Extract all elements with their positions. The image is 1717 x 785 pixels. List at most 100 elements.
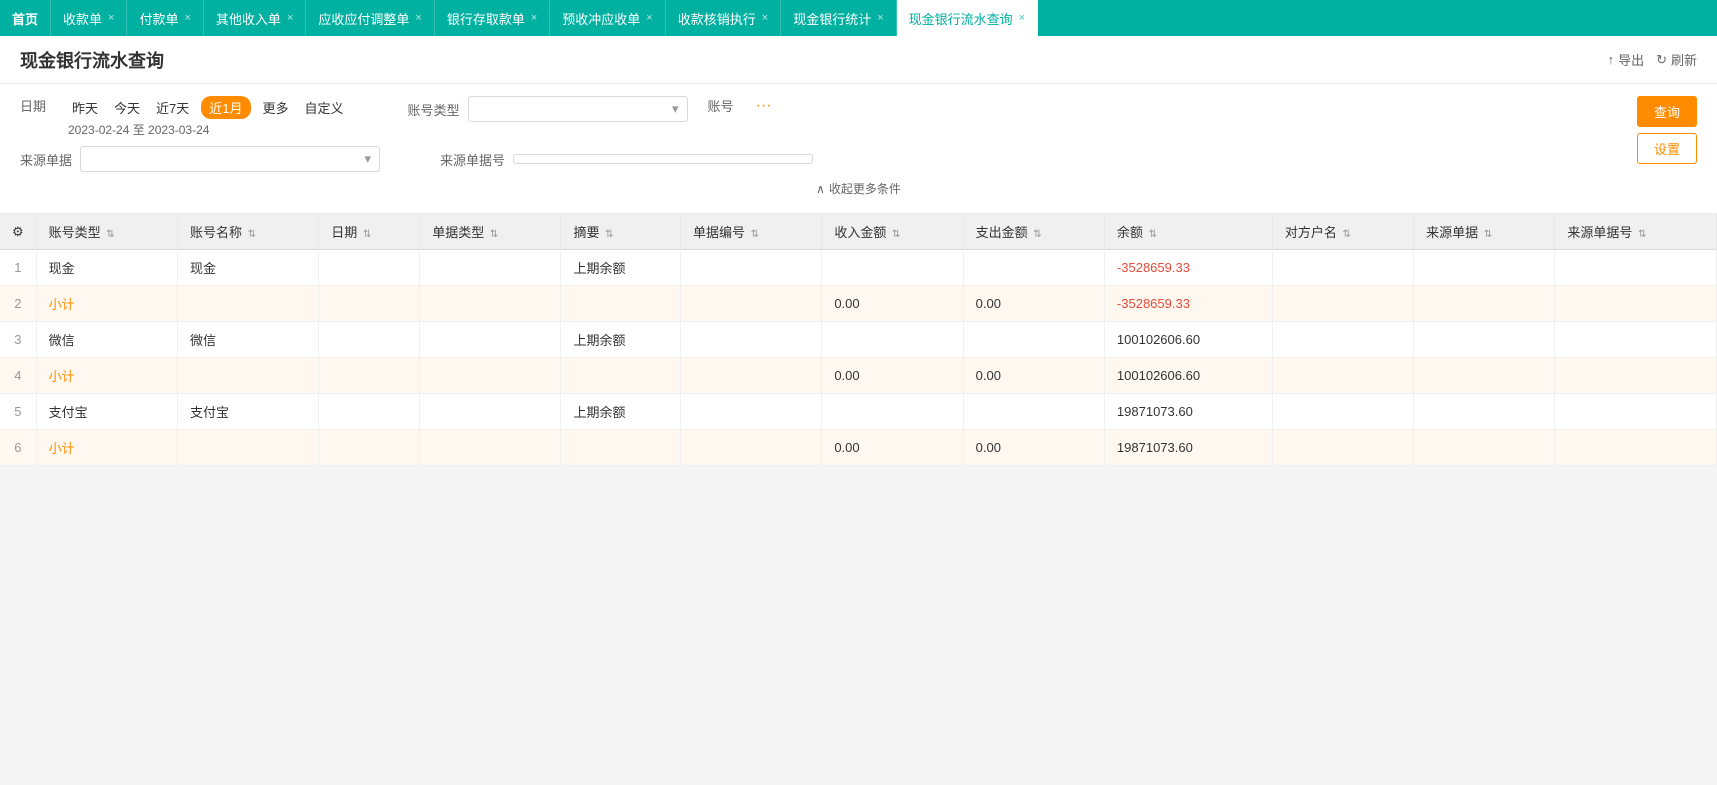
cell-expense (963, 394, 1104, 430)
date-more[interactable]: 更多 (259, 96, 293, 119)
cell-doc-type (420, 358, 561, 394)
header-actions: ↑ 导出 ↻ 刷新 (1608, 50, 1697, 69)
nav-tab-label: 预收冲应收单 (562, 9, 640, 28)
cell-source-doc-num (1555, 322, 1717, 358)
refresh-icon: ↻ (1656, 52, 1667, 68)
date-custom[interactable]: 自定义 (301, 96, 348, 119)
date-range-display: 2023-02-24 至 2023-03-24 (68, 121, 348, 138)
table-row: 5 支付宝 支付宝 上期余额 19871073.60 (0, 394, 1717, 430)
settings-button[interactable]: 设置 (1637, 133, 1697, 164)
cell-balance: 100102606.60 (1104, 358, 1272, 394)
sort-icon: ⇅ (1638, 229, 1646, 240)
export-label: 导出 (1618, 50, 1644, 69)
row-number: 4 (0, 358, 36, 394)
nav-tab-bank-deposit[interactable]: 银行存取款单 × (435, 0, 550, 36)
col-account-name[interactable]: 账号名称 ⇅ (177, 214, 318, 250)
account-type-select[interactable]: ▾ (468, 96, 688, 122)
col-balance[interactable]: 余额 ⇅ (1104, 214, 1272, 250)
col-label: 对方户名 (1285, 225, 1337, 240)
cell-doc-type (420, 286, 561, 322)
page-header: 现金银行流水查询 ↑ 导出 ↻ 刷新 (0, 36, 1717, 84)
more-options-icon[interactable]: ··· (756, 97, 772, 115)
cell-expense (963, 250, 1104, 286)
nav-tab-adjustment[interactable]: 应收应付调整单 × (306, 0, 434, 36)
close-icon[interactable]: × (287, 12, 293, 24)
data-table: ⚙ 账号类型 ⇅ 账号名称 ⇅ 日期 ⇅ 单据类型 ⇅ 摘 (0, 214, 1717, 466)
cell-doc-number (681, 286, 822, 322)
sort-icon: ⇅ (1149, 229, 1157, 240)
close-icon[interactable]: × (184, 12, 190, 24)
col-label: 账号名称 (190, 225, 242, 240)
account-type-label: 账号类型 (408, 100, 460, 119)
refresh-label: 刷新 (1671, 50, 1697, 69)
table-row: 2 小计 0.00 0.00 -3528659.33 (0, 286, 1717, 322)
table-row: 3 微信 微信 上期余额 100102606.60 (0, 322, 1717, 358)
nav-home[interactable]: 首页 (0, 0, 51, 36)
date-7days[interactable]: 近7天 (152, 96, 193, 119)
nav-tab-stats[interactable]: 现金银行统计 × (781, 0, 896, 36)
col-label: 来源单据号 (1567, 225, 1632, 240)
sort-icon: ⇅ (363, 229, 371, 240)
nav-tab-prepay[interactable]: 预收冲应收单 × (550, 0, 665, 36)
col-date[interactable]: 日期 ⇅ (319, 214, 420, 250)
cell-doc-type (420, 394, 561, 430)
cell-income (822, 250, 963, 286)
date-today[interactable]: 今天 (110, 96, 144, 119)
nav-tab-shoukuandan[interactable]: 收款单 × (51, 0, 127, 36)
sort-icon: ⇅ (490, 229, 498, 240)
close-icon[interactable]: × (762, 12, 768, 24)
cell-expense: 0.00 (963, 430, 1104, 466)
row-number: 1 (0, 250, 36, 286)
col-label: 单据类型 (432, 225, 484, 240)
col-expense[interactable]: 支出金额 ⇅ (963, 214, 1104, 250)
nav-tab-collection[interactable]: 收款核销执行 × (666, 0, 781, 36)
chevron-down-icon: ▾ (364, 151, 371, 167)
refresh-button[interactable]: ↻ 刷新 (1656, 50, 1697, 69)
close-icon[interactable]: × (531, 12, 537, 24)
table-row: 1 现金 现金 上期余额 -3528659.33 (0, 250, 1717, 286)
cell-date (319, 394, 420, 430)
nav-tab-other-income[interactable]: 其他收入单 × (204, 0, 306, 36)
nav-tab-fukuandan[interactable]: 付款单 × (127, 0, 203, 36)
nav-tab-label: 其他收入单 (216, 9, 281, 28)
close-icon[interactable]: × (1019, 12, 1025, 24)
col-summary[interactable]: 摘要 ⇅ (561, 214, 681, 250)
source-doc-num-input[interactable] (513, 154, 813, 164)
col-source-doc-num[interactable]: 来源单据号 ⇅ (1555, 214, 1717, 250)
cell-counterparty (1272, 322, 1413, 358)
cell-source-doc (1414, 430, 1555, 466)
cell-source-doc-num (1555, 430, 1717, 466)
col-counterparty[interactable]: 对方户名 ⇅ (1272, 214, 1413, 250)
cell-doc-number (681, 394, 822, 430)
cell-date (319, 250, 420, 286)
export-button[interactable]: ↑ 导出 (1608, 50, 1645, 69)
date-yesterday[interactable]: 昨天 (68, 96, 102, 119)
close-icon[interactable]: × (108, 12, 114, 24)
cell-account-type: 微信 (36, 322, 177, 358)
cell-account-name (177, 286, 318, 322)
cell-doc-type (420, 430, 561, 466)
col-income[interactable]: 收入金额 ⇅ (822, 214, 963, 250)
nav-home-label: 首页 (12, 9, 38, 28)
collapse-bar[interactable]: ∧ 收起更多条件 (20, 176, 1697, 201)
cell-income: 0.00 (822, 286, 963, 322)
col-doc-type[interactable]: 单据类型 ⇅ (420, 214, 561, 250)
col-label: 日期 (331, 225, 357, 240)
col-source-doc[interactable]: 来源单据 ⇅ (1414, 214, 1555, 250)
cell-source-doc-num (1555, 358, 1717, 394)
cell-balance: 100102606.60 (1104, 322, 1272, 358)
nav-tab-label: 现金银行流水查询 (909, 9, 1013, 28)
date-1month[interactable]: 近1月 (201, 96, 250, 119)
cell-date (319, 358, 420, 394)
col-doc-number[interactable]: 单据编号 ⇅ (681, 214, 822, 250)
cell-account-type: 支付宝 (36, 394, 177, 430)
cell-account-name: 微信 (177, 322, 318, 358)
gear-column-header[interactable]: ⚙ (0, 214, 36, 250)
nav-tab-cashflow[interactable]: 现金银行流水查询 × (897, 0, 1038, 36)
query-button[interactable]: 查询 (1637, 96, 1697, 127)
close-icon[interactable]: × (877, 12, 883, 24)
close-icon[interactable]: × (415, 12, 421, 24)
source-doc-select[interactable]: ▾ (80, 146, 380, 172)
close-icon[interactable]: × (646, 12, 652, 24)
col-account-type[interactable]: 账号类型 ⇅ (36, 214, 177, 250)
